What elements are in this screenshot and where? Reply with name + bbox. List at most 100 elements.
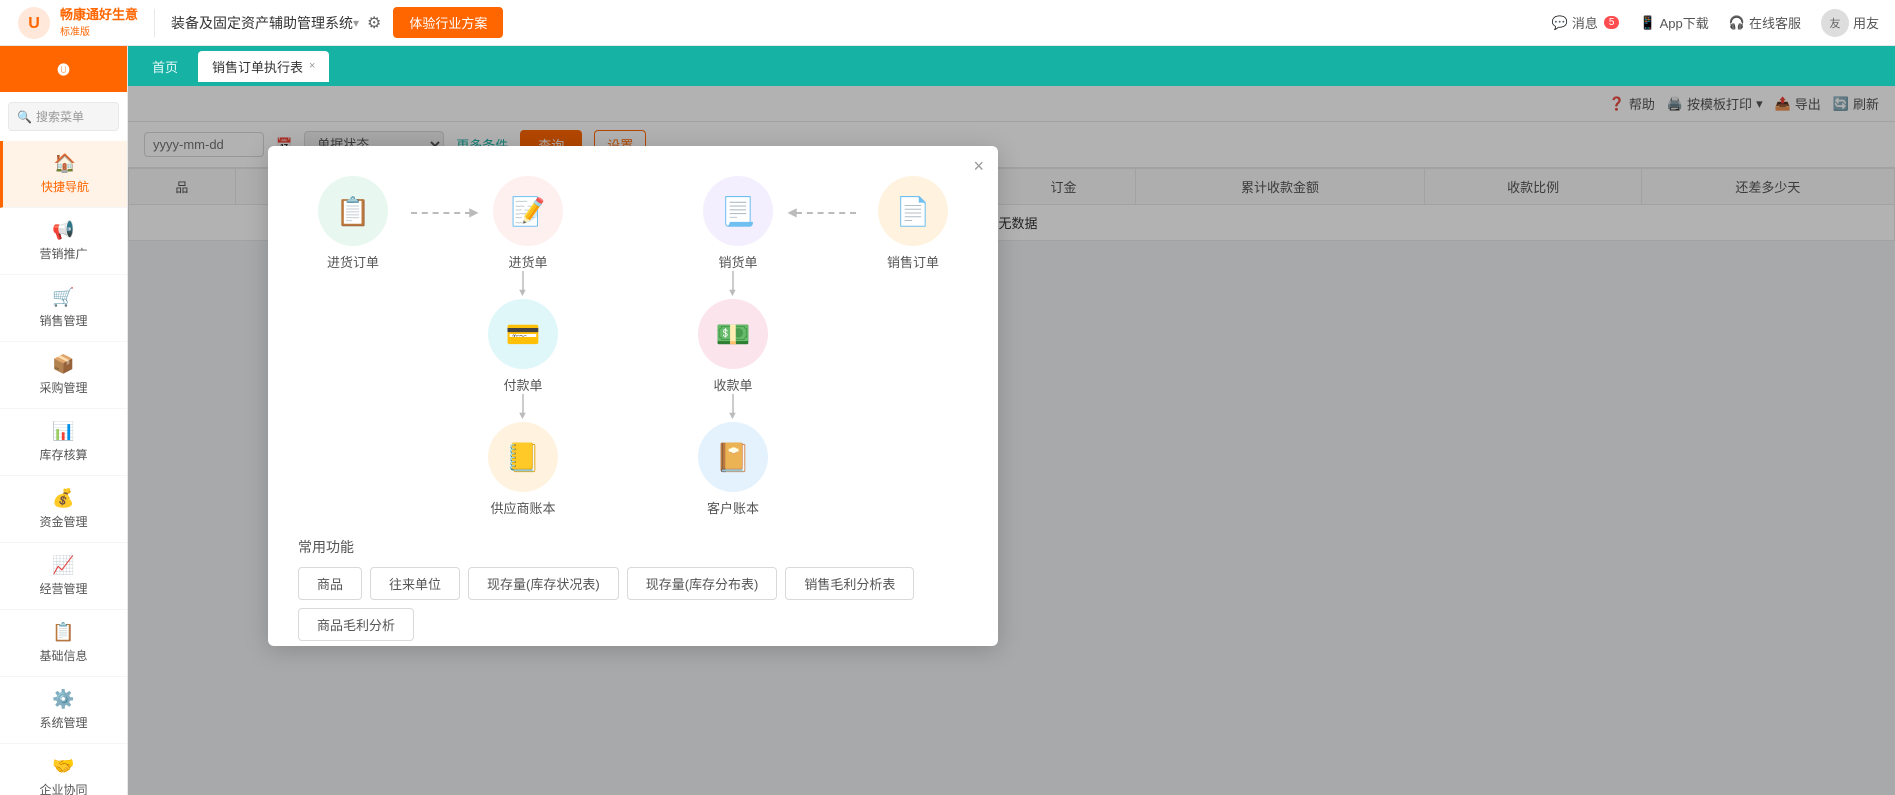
- common-btn-sales-profit[interactable]: 销售毛利分析表: [785, 567, 914, 600]
- experience-button[interactable]: 体验行业方案: [393, 7, 503, 38]
- customer-ledger-circle: 📔: [698, 422, 768, 492]
- message-label: 消息: [1572, 13, 1598, 32]
- top-actions: 💬 消息 5 📱 App下载 🎧 在线客服 友 用友: [1552, 9, 1879, 37]
- supplier-ledger-circle: 📒: [488, 422, 558, 492]
- quick-nav-modal: × 📋 进货订单: [268, 146, 998, 646]
- payment-down-col: ▼: [468, 394, 578, 414]
- search-icon: 🔍: [17, 110, 32, 124]
- cooperation-icon: 🤝: [52, 756, 74, 777]
- logo-subtitle: 标准版: [60, 23, 138, 38]
- sidebar-item-inventory[interactable]: 📊 库存核算: [0, 409, 127, 476]
- headset-icon: 🎧: [1729, 15, 1745, 31]
- common-btn-goods[interactable]: 商品: [298, 567, 362, 600]
- search-label: 搜索菜单: [36, 108, 84, 125]
- sidebar-item-label: 库存核算: [39, 446, 87, 463]
- sidebar-nav: 🏠 快捷导航 📢 营销推广 🛒 销售管理 📦 采购管理 📊 库存核: [0, 141, 127, 795]
- modal-overlay: × 📋 进货订单: [128, 86, 1895, 795]
- sales-receipt-circle: 📃: [703, 176, 773, 246]
- purchase-icon: 📦: [52, 354, 74, 375]
- flow-arrows-row-2: ▼ ▼: [298, 394, 968, 414]
- sidebar-item-purchase[interactable]: 📦 采购管理: [0, 342, 127, 409]
- spacer-left: [298, 271, 408, 291]
- home-icon: 🏠: [54, 153, 76, 174]
- receipt-icon: 💵: [716, 318, 751, 351]
- receipt-label: 收款单: [713, 375, 752, 394]
- flow-node-purchase-order[interactable]: 📋 进货订单: [298, 176, 408, 271]
- common-buttons-row-1: 商品 往来单位 现存量(库存状况表) 现存量(库存分布表) 销售毛利分析表 商品…: [298, 567, 968, 641]
- tab-home[interactable]: 首页: [136, 49, 194, 84]
- user-label: 用友: [1853, 13, 1879, 32]
- tab-active[interactable]: 销售订单执行表 ×: [198, 51, 329, 82]
- purchase-order-circle: 📋: [318, 176, 388, 246]
- spacer-mid-2: [578, 394, 678, 414]
- sales-order-circle: 📄: [878, 176, 948, 246]
- modal-close-button[interactable]: ×: [973, 156, 984, 177]
- sidebar-item-basic-info[interactable]: 📋 基础信息: [0, 610, 127, 677]
- purchase-receipt-label: 进货单: [508, 252, 547, 271]
- online-service-action[interactable]: 🎧 在线客服: [1729, 13, 1801, 32]
- top-divider: [154, 9, 155, 37]
- logo-area: U 畅康通好生意 标准版: [16, 5, 138, 41]
- sidebar-item-marketing[interactable]: 📢 营销推广: [0, 208, 127, 275]
- logo-text: 畅康通好生意: [60, 7, 138, 23]
- purchase-down-col: ▼: [468, 271, 578, 291]
- sidebar-item-quick-nav[interactable]: 🏠 快捷导航: [0, 141, 127, 208]
- common-btn-counterparty[interactable]: 往来单位: [370, 567, 460, 600]
- operation-icon: 📈: [52, 555, 74, 576]
- tab-close-icon[interactable]: ×: [309, 60, 315, 72]
- supplier-ledger-label: 供应商账本: [490, 498, 555, 517]
- message-action[interactable]: 💬 消息 5: [1552, 13, 1620, 32]
- sidebar-logo: 🅤: [0, 46, 127, 92]
- app-download-label: App下载: [1660, 13, 1709, 32]
- settings-icon[interactable]: ⚙: [367, 13, 381, 33]
- flow-node-customer-ledger[interactable]: 📔 客户账本: [678, 422, 788, 517]
- spacer-right: [848, 271, 958, 291]
- sidebar-item-finance[interactable]: 💰 资金管理: [0, 476, 127, 543]
- sidebar-logo-text: 🅤: [57, 61, 69, 78]
- avatar: 友: [1821, 9, 1849, 37]
- sidebar-item-label: 营销推广: [39, 245, 87, 262]
- common-btn-stock-dist[interactable]: 现存量(库存分布表): [627, 567, 778, 600]
- common-btn-goods-profit[interactable]: 商品毛利分析: [298, 608, 414, 641]
- sidebar: 🅤 🔍 搜索菜单 🏠 快捷导航 📢 营销推广 🛒: [0, 46, 128, 795]
- sidebar-item-system[interactable]: ⚙️ 系统管理: [0, 677, 127, 744]
- flow-node-supplier-ledger[interactable]: 📒 供应商账本: [468, 422, 578, 517]
- flow-node-payment[interactable]: 💳 付款单: [468, 299, 578, 394]
- inventory-icon: 📊: [52, 421, 74, 442]
- sales-order-icon: 📄: [896, 195, 931, 228]
- sidebar-item-cooperation[interactable]: 🤝 企业协同: [0, 744, 127, 795]
- search-button[interactable]: 🔍 搜索菜单: [8, 102, 119, 131]
- system-dropdown-icon[interactable]: ▾: [353, 16, 359, 30]
- arrow-purchase-order-to-receipt: ▶: [408, 212, 473, 236]
- tab-bar: 首页 销售订单执行表 ×: [128, 46, 1895, 86]
- common-functions-section: 常用功能 商品 往来单位 现存量(库存状况表) 现存量(库存分布表) 销售毛利分…: [268, 527, 998, 646]
- app-download-action[interactable]: 📱 App下载: [1639, 13, 1708, 32]
- tab-active-label: 销售订单执行表: [212, 57, 303, 76]
- sales-receipt-label: 销货单: [718, 252, 757, 271]
- user-action[interactable]: 友 用友: [1821, 9, 1879, 37]
- sidebar-item-operation[interactable]: 📈 经营管理: [0, 543, 127, 610]
- sales-receipt-icon: 📃: [721, 195, 756, 228]
- flow-node-purchase-receipt[interactable]: 📝 进货单: [473, 176, 583, 271]
- sidebar-item-label: 采购管理: [39, 379, 87, 396]
- system-name: 装备及固定资产辅助管理系统: [171, 13, 353, 33]
- sidebar-item-label: 系统管理: [39, 714, 87, 731]
- page-content: ❓ 帮助 🖨️ 按模板打印 ▾ 📤 导出 🔄 刷新: [128, 86, 1895, 795]
- flow-node-sales-order[interactable]: 📄 销售订单: [858, 176, 968, 271]
- message-icon: 💬: [1552, 15, 1568, 31]
- purchase-order-label: 进货订单: [327, 252, 379, 271]
- spacer-mid: [578, 271, 678, 291]
- sidebar-search-area: 🔍 搜索菜单: [0, 92, 127, 141]
- system-icon: ⚙️: [52, 689, 74, 710]
- sidebar-item-sales[interactable]: 🛒 销售管理: [0, 275, 127, 342]
- flow-node-receipt[interactable]: 💵 收款单: [678, 299, 788, 394]
- payment-circle: 💳: [488, 299, 558, 369]
- purchase-order-icon: 📋: [336, 195, 371, 228]
- customer-ledger-icon: 📔: [716, 441, 751, 474]
- sidebar-item-label: 销售管理: [39, 312, 87, 329]
- receipt-circle: 💵: [698, 299, 768, 369]
- content-area: 首页 销售订单执行表 × ❓ 帮助 🖨️ 按模板打印 ▾: [128, 46, 1895, 795]
- flow-row-1: 📋 进货订单 ▶: [298, 176, 968, 271]
- common-btn-stock-status[interactable]: 现存量(库存状况表): [468, 567, 619, 600]
- flow-node-sales-receipt[interactable]: 📃 销货单: [683, 176, 793, 271]
